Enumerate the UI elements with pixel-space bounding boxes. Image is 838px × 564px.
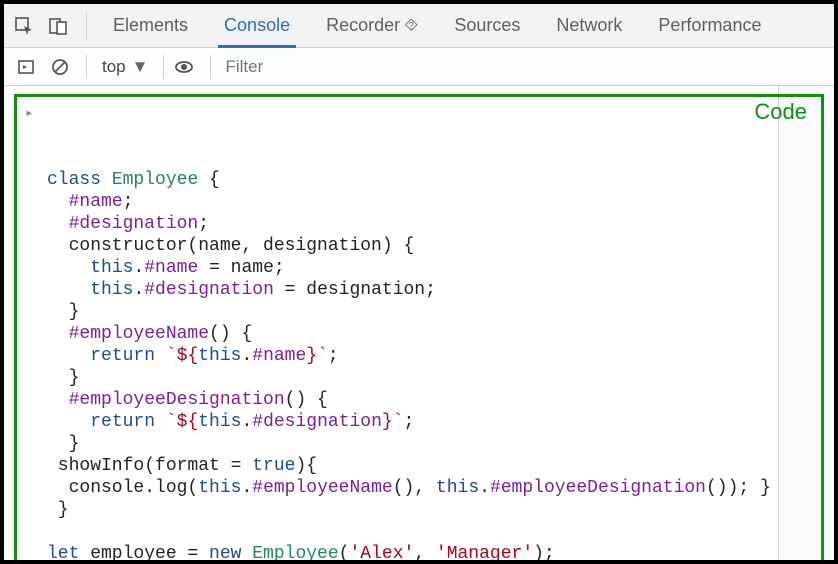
tab-sources[interactable]: Sources: [436, 4, 538, 48]
code-annotation-label: Code: [754, 101, 807, 123]
tab-recorder[interactable]: Recorder⯑: [308, 4, 436, 48]
context-label: top: [102, 57, 126, 77]
tab-label: Elements: [113, 15, 188, 36]
preview-icon: ⯑: [404, 15, 418, 36]
toggle-sidebar-icon[interactable]: [12, 53, 40, 81]
context-selector[interactable]: top ▼: [93, 54, 157, 80]
divider: [163, 55, 164, 79]
console-input-code[interactable]: ▸ Code class Employee { #name; #designat…: [14, 94, 824, 560]
tab-network[interactable]: Network: [538, 4, 640, 48]
devtools-tabbar: Elements Console Recorder⯑ Sources Netwo…: [4, 4, 834, 48]
clear-console-icon[interactable]: [46, 53, 74, 81]
tab-label: Performance: [658, 15, 761, 36]
divider: [86, 55, 87, 79]
device-toolbar-icon[interactable]: [44, 12, 72, 40]
console-toolbar: top ▼: [4, 48, 834, 86]
tab-label: Sources: [454, 15, 520, 36]
console-body: ▸ Code class Employee { #name; #designat…: [4, 86, 834, 560]
inspect-element-icon[interactable]: [10, 12, 38, 40]
expand-caret-icon[interactable]: ▸: [25, 103, 33, 125]
chevron-down-icon: ▼: [132, 57, 149, 77]
divider: [210, 55, 211, 79]
tab-elements[interactable]: Elements: [95, 4, 206, 48]
live-expression-icon[interactable]: [170, 53, 198, 81]
filter-input[interactable]: [217, 53, 826, 81]
divider: [86, 12, 87, 40]
tab-label: Network: [556, 15, 622, 36]
tab-performance[interactable]: Performance: [640, 4, 779, 48]
tab-label: Console: [224, 15, 290, 36]
tab-label: Recorder: [326, 15, 400, 36]
tab-console[interactable]: Console: [206, 4, 308, 48]
